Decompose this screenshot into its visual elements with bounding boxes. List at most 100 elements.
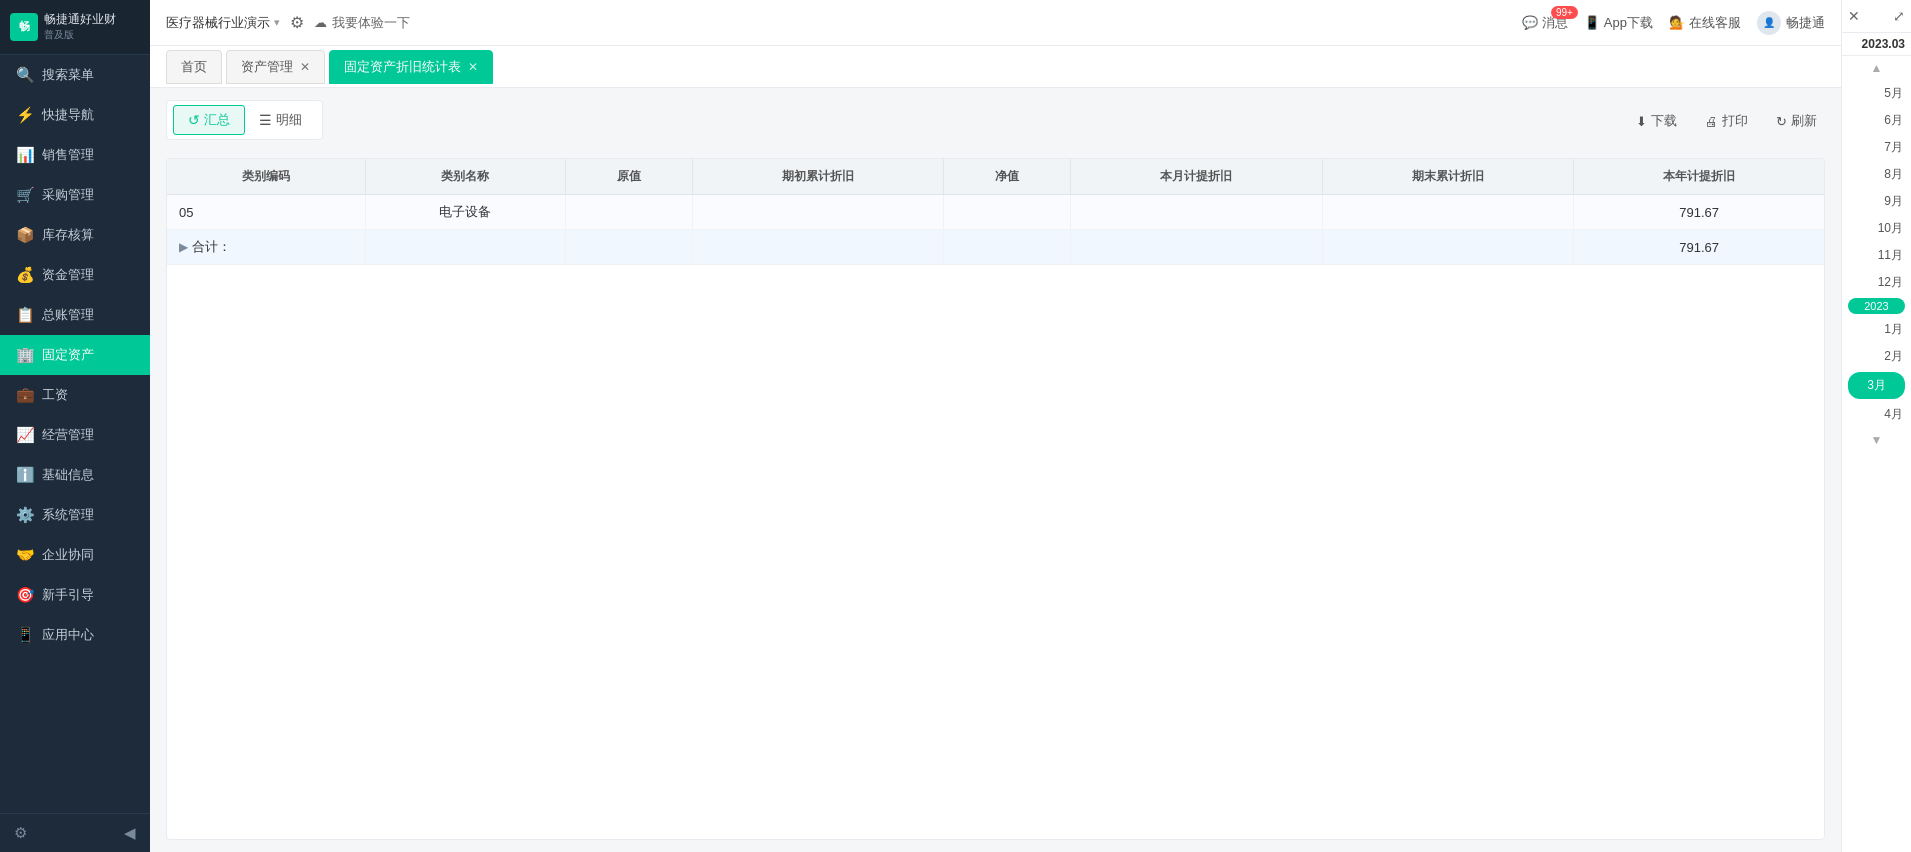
- year-2023-label[interactable]: 2023: [1848, 298, 1905, 314]
- print-icon: 🖨: [1705, 114, 1718, 129]
- sidebar-item-funds[interactable]: 💰资金管理: [0, 255, 150, 295]
- total-label-text: 合计：: [192, 238, 231, 256]
- sidebar-item-label-basic: 基础信息: [42, 466, 94, 484]
- sidebar-item-guide[interactable]: 🎯新手引导: [0, 575, 150, 615]
- print-label: 打印: [1722, 112, 1748, 130]
- app-download-button[interactable]: 📱 App下载: [1584, 14, 1653, 32]
- panel-close-icon[interactable]: ✕: [1848, 8, 1860, 24]
- cell-initial-acc: [692, 195, 944, 230]
- sidebar-item-label-fixed: 固定资产: [42, 346, 94, 364]
- date-panel: ✕ ⤢ 2023.03 ▲ 5月 6月 7月 8月 9月 10月 11月 12月…: [1841, 0, 1911, 852]
- sidebar-item-search[interactable]: 🔍 搜索菜单: [0, 55, 150, 95]
- nav-down-icon[interactable]: ▼: [1842, 428, 1911, 452]
- sidebar-item-label-operation: 经营管理: [42, 426, 94, 444]
- sidebar-item-label-search: 搜索菜单: [42, 66, 94, 84]
- sidebar-item-fixed[interactable]: 🏢 固定资产: [0, 335, 150, 375]
- col-name: 类别名称: [365, 159, 565, 195]
- detail-label: 明细: [276, 111, 302, 129]
- print-button[interactable]: 🖨 打印: [1697, 108, 1756, 134]
- topbar: 医疗器械行业演示 ▾ ⚙ ☁ 我要体验一下 💬 消息 99+ 📱 App下载 💁…: [150, 0, 1841, 46]
- date-item-2023-1[interactable]: 1月: [1842, 316, 1911, 343]
- sidebar: 畅 畅捷通好业财 普及版 🔍 搜索菜单 ⚡快捷导航📊销售管理🛒采购管理📦库存核算💰资…: [0, 0, 150, 852]
- total-initial-acc: [692, 230, 944, 265]
- date-item-2023-3[interactable]: 3月: [1848, 372, 1905, 399]
- cell-code: 05: [167, 195, 365, 230]
- current-period-label: 2023.03: [1862, 37, 1905, 51]
- data-table: 类别编码 类别名称 原值 期初累计折旧 净值 本月计提折旧 期末累计折旧 本年计…: [166, 158, 1825, 840]
- date-item-10[interactable]: 10月: [1842, 215, 1911, 242]
- user-menu[interactable]: 👤 畅捷通: [1757, 11, 1825, 35]
- date-item-2023-4[interactable]: 4月: [1842, 401, 1911, 428]
- total-original: [565, 230, 692, 265]
- col-annual: 本年计提折旧: [1574, 159, 1824, 195]
- content-area: ↺ 汇总 ☰ 明细 ⬇ 下载 🖨 打印 ↻ 刷: [150, 88, 1841, 852]
- cell-annual: 791.67: [1574, 195, 1824, 230]
- app-download-label: App下载: [1604, 14, 1653, 32]
- fixed-icon: 🏢: [16, 346, 34, 364]
- search-icon: 🔍: [16, 66, 34, 84]
- sidebar-item-basic[interactable]: ℹ️基础信息: [0, 455, 150, 495]
- cell-name: 电子设备: [365, 195, 565, 230]
- experience-button[interactable]: ☁ 我要体验一下: [314, 14, 410, 32]
- date-item-12[interactable]: 12月: [1842, 269, 1911, 296]
- download-button[interactable]: ⬇ 下载: [1628, 108, 1685, 134]
- panel-expand-icon[interactable]: ⤢: [1893, 8, 1905, 24]
- col-monthly: 本月计提折旧: [1071, 159, 1323, 195]
- tab-depreciation[interactable]: 固定资产折旧统计表 ✕: [329, 50, 493, 84]
- purchase-icon: 🛒: [16, 186, 34, 204]
- table-total-row: ▶ 合计： 791.67: [167, 230, 1824, 265]
- cell-monthly: [1071, 195, 1323, 230]
- company-selector[interactable]: 医疗器械行业演示 ▾: [166, 14, 280, 32]
- inventory-icon: 📦: [16, 226, 34, 244]
- collapse-icon[interactable]: ◀: [124, 824, 136, 842]
- tab-asset-close-icon[interactable]: ✕: [300, 60, 310, 74]
- enterprise-icon: 🤝: [16, 546, 34, 564]
- tab-depreciation-label: 固定资产折旧统计表: [344, 58, 461, 76]
- nav-up-icon[interactable]: ▲: [1842, 56, 1911, 80]
- sidebar-item-quicknav[interactable]: ⚡快捷导航: [0, 95, 150, 135]
- tab-depreciation-close-icon[interactable]: ✕: [468, 60, 478, 74]
- sidebar-item-purchase[interactable]: 🛒采购管理: [0, 175, 150, 215]
- sales-icon: 📊: [16, 146, 34, 164]
- guide-icon: 🎯: [16, 586, 34, 604]
- date-item-5[interactable]: 5月: [1842, 80, 1911, 107]
- total-label-cell: ▶ 合计：: [167, 230, 365, 265]
- sidebar-item-enterprise[interactable]: 🤝企业协同: [0, 535, 150, 575]
- sidebar-item-ledger[interactable]: 📋总账管理: [0, 295, 150, 335]
- date-item-6[interactable]: 6月: [1842, 107, 1911, 134]
- date-item-7[interactable]: 7月: [1842, 134, 1911, 161]
- tab-home[interactable]: 首页: [166, 50, 222, 84]
- summary-label: 汇总: [204, 111, 230, 129]
- total-name: [365, 230, 565, 265]
- sidebar-item-system[interactable]: ⚙️系统管理: [0, 495, 150, 535]
- operation-icon: 📈: [16, 426, 34, 444]
- date-item-2023-2[interactable]: 2月: [1842, 343, 1911, 370]
- settings-gear-icon[interactable]: ⚙: [290, 13, 304, 32]
- messages-button[interactable]: 💬 消息 99+: [1522, 14, 1568, 32]
- refresh-button[interactable]: ↻ 刷新: [1768, 108, 1825, 134]
- col-net: 净值: [944, 159, 1071, 195]
- avatar: 👤: [1757, 11, 1781, 35]
- tab-asset-mgmt[interactable]: 资产管理 ✕: [226, 50, 325, 84]
- date-item-8[interactable]: 8月: [1842, 161, 1911, 188]
- date-item-9[interactable]: 9月: [1842, 188, 1911, 215]
- sidebar-item-operation[interactable]: 📈 经营管理: [0, 415, 150, 455]
- sidebar-item-label-funds: 资金管理: [42, 266, 94, 284]
- app-icon: 📱: [1584, 15, 1600, 30]
- service-icon: 💁: [1669, 15, 1685, 30]
- messages-badge: 99+: [1551, 6, 1578, 19]
- sidebar-item-inventory[interactable]: 📦库存核算: [0, 215, 150, 255]
- sidebar-item-apps[interactable]: 📱应用中心: [0, 615, 150, 655]
- date-item-11[interactable]: 11月: [1842, 242, 1911, 269]
- refresh-icon: ↻: [1776, 114, 1787, 129]
- sub-tab-summary[interactable]: ↺ 汇总: [173, 105, 245, 135]
- service-button[interactable]: 💁 在线客服: [1669, 14, 1741, 32]
- sidebar-item-salary[interactable]: 💼工资: [0, 375, 150, 415]
- total-expand-icon[interactable]: ▶: [179, 240, 188, 254]
- sidebar-logo: 畅 畅捷通好业财 普及版: [0, 0, 150, 55]
- settings-icon[interactable]: ⚙: [14, 824, 27, 842]
- sidebar-item-label-apps: 应用中心: [42, 626, 94, 644]
- table-row: 05 电子设备 791.67: [167, 195, 1824, 230]
- sub-tab-detail[interactable]: ☰ 明细: [245, 106, 316, 134]
- sidebar-item-sales[interactable]: 📊销售管理: [0, 135, 150, 175]
